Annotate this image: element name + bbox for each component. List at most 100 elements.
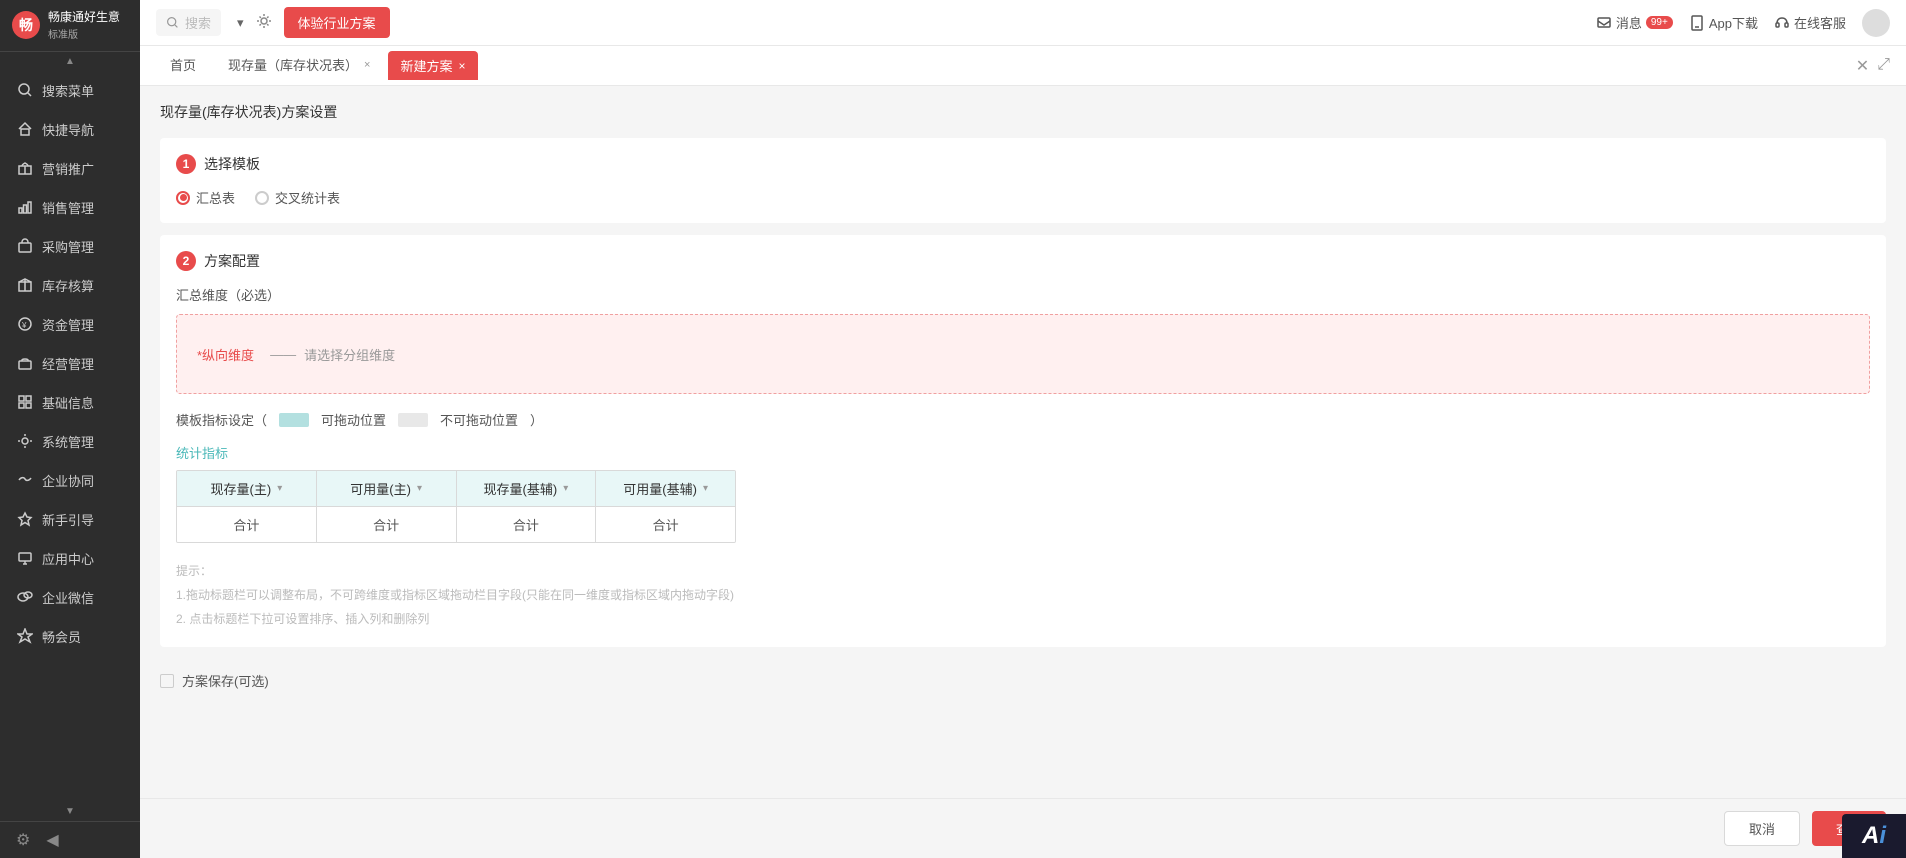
member-icon [16, 627, 34, 645]
search-text: 搜索 [185, 13, 211, 32]
sidebar-item-sales[interactable]: 销售管理 [0, 188, 140, 227]
sidebar-bottom: ⚙ ◀ [0, 821, 140, 858]
sidebar-item-label: 快捷导航 [42, 120, 94, 139]
sidebar-scroll-up[interactable]: ▲ [0, 52, 140, 71]
immovable-indicator-box [398, 413, 428, 427]
topbar-gear[interactable] [256, 13, 272, 32]
template-indicator-text: 模板指标设定（ [176, 410, 267, 429]
money-icon: ¥ [16, 315, 34, 333]
logo-icon: 畅 [12, 11, 40, 39]
sidebar-item-basic[interactable]: 基础信息 [0, 383, 140, 422]
tab-inventory-close[interactable]: × [364, 59, 370, 71]
stat-col-header-3[interactable]: 可用量(基辅) ▾ [596, 471, 735, 506]
tab-new-label: 新建方案 [400, 56, 452, 75]
sidebar-item-inventory[interactable]: 库存核算 [0, 266, 140, 305]
online-service-item[interactable]: 在线客服 [1774, 13, 1846, 32]
home-icon [16, 120, 34, 138]
app-download-item[interactable]: App下载 [1689, 13, 1758, 32]
sidebar-item-label: 经营管理 [42, 354, 94, 373]
chevron-down-icon: ▾ [237, 15, 244, 31]
topbar-search[interactable]: 搜索 [156, 9, 221, 36]
sidebar-scroll-down[interactable]: ▼ [0, 802, 140, 821]
template-indicator-row: 模板指标设定（ 可拖动位置 不可拖动位置 ） [176, 410, 1870, 429]
save-checkbox[interactable] [160, 674, 174, 688]
sidebar-item-nav[interactable]: 快捷导航 [0, 110, 140, 149]
sidebar-item-label: 应用中心 [42, 549, 94, 568]
sidebar-item-system[interactable]: 系统管理 [0, 422, 140, 461]
gift-icon [16, 159, 34, 177]
svg-text:¥: ¥ [21, 321, 27, 330]
stat-table-header: 现存量(主) ▾ 可用量(主) ▾ 现存量(基辅) ▾ 可用量(基辅) ▾ [177, 471, 735, 506]
tab-expand-icon[interactable]: ⤢ [1877, 56, 1890, 76]
bag-icon [16, 237, 34, 255]
sidebar-item-marketing[interactable]: 营销推广 [0, 149, 140, 188]
sidebar-item-label: 畅会员 [42, 627, 81, 646]
stat-col-header-2[interactable]: 现存量(基辅) ▾ [457, 471, 597, 506]
app-download-icon [1689, 15, 1705, 31]
tips-title: 提示： [176, 564, 212, 578]
briefcase-icon [16, 354, 34, 372]
settings-icon [16, 432, 34, 450]
movable-indicator-box [279, 413, 309, 427]
app-download-label: App下载 [1709, 13, 1758, 32]
message-icon [1596, 15, 1612, 31]
summary-dimension-label: 汇总维度（必选） [176, 285, 1870, 304]
section-config: 2 方案配置 汇总维度（必选） *纵向维度 —— 请选择分组维度 模板指标设定（… [160, 235, 1886, 647]
app-name: 畅康通好生意 [48, 10, 120, 26]
sidebar-item-guide[interactable]: 新手引导 [0, 500, 140, 539]
statistics-table: 现存量(主) ▾ 可用量(主) ▾ 现存量(基辅) ▾ 可用量(基辅) ▾ [176, 470, 736, 543]
settings-bottom-icon[interactable]: ⚙ [16, 830, 30, 850]
sidebar-item-label: 销售管理 [42, 198, 94, 217]
topbar-dropdown[interactable]: ▾ [233, 15, 244, 31]
sidebar-item-label: 营销推广 [42, 159, 94, 178]
tab-collapse-icon[interactable]: ✕ [1856, 56, 1869, 76]
tab-new-scheme[interactable]: 新建方案 × [388, 51, 477, 80]
ai-text: Ai [1862, 822, 1886, 849]
sidebar-item-search[interactable]: 搜索菜单 [0, 71, 140, 110]
volume-icon[interactable]: ◀ [46, 830, 58, 850]
sidebar-item-app[interactable]: 应用中心 [0, 539, 140, 578]
dimension-placeholder: 请选择分组维度 [304, 345, 395, 364]
stat-col-header-1[interactable]: 可用量(主) ▾ [317, 471, 457, 506]
stat-cell-0-0: 合计 [177, 507, 317, 542]
vertical-dimension-label: *纵向维度 [197, 345, 254, 364]
section2-num: 2 [176, 251, 196, 271]
sidebar-item-management[interactable]: 经营管理 [0, 344, 140, 383]
section2-header: 2 方案配置 [176, 251, 1870, 271]
message-label: 消息 [1616, 13, 1642, 32]
sidebar-item-label: 企业微信 [42, 588, 94, 607]
immovable-label: 不可拖动位置 [440, 410, 518, 429]
stat-cell-0-1: 合计 [317, 507, 457, 542]
sidebar: 畅 畅康通好生意 标准版 ▲ 搜索菜单 快捷导航 营销推广 [0, 0, 140, 858]
stat-cell-0-3: 合计 [596, 507, 735, 542]
chevron-down-icon-1: ▾ [417, 483, 422, 494]
sidebar-nav: 搜索菜单 快捷导航 营销推广 销售管理 采购管理 [0, 71, 140, 802]
sidebar-item-purchase[interactable]: 采购管理 [0, 227, 140, 266]
stat-col-header-3-label: 可用量(基辅) [623, 479, 697, 498]
save-label: 方案保存(可选) [182, 671, 269, 690]
message-item[interactable]: 消息 99+ [1596, 13, 1673, 32]
footer: 取消 查询 [140, 798, 1906, 858]
avatar[interactable] [1862, 9, 1890, 37]
sidebar-item-member[interactable]: 畅会员 [0, 617, 140, 656]
stat-col-header-2-label: 现存量(基辅) [484, 479, 558, 498]
online-service-label: 在线客服 [1794, 13, 1846, 32]
radio-cross[interactable]: 交叉统计表 [255, 188, 340, 207]
trial-btn[interactable]: 体验行业方案 [284, 7, 390, 38]
save-row: 方案保存(可选) [160, 659, 1886, 690]
cancel-button[interactable]: 取消 [1724, 811, 1800, 846]
tab-home[interactable]: 首页 [156, 47, 210, 84]
tab-inventory[interactable]: 现存量（库存状况表） × [214, 47, 384, 84]
sidebar-item-finance[interactable]: ¥ 资金管理 [0, 305, 140, 344]
chart-icon [16, 198, 34, 216]
topbar-right: 消息 99+ App下载 在线客服 [1596, 9, 1890, 37]
dimension-area[interactable]: *纵向维度 —— 请选择分组维度 [176, 314, 1870, 394]
tab-new-close[interactable]: × [458, 59, 465, 73]
radio-summary[interactable]: 汇总表 [176, 188, 235, 207]
tips-area: 提示： 1.拖动标题栏可以调整布局，不可跨维度或指标区域拖动栏目字段(只能在同一… [176, 559, 1870, 631]
sidebar-item-wechat[interactable]: 企业微信 [0, 578, 140, 617]
sidebar-item-label: 库存核算 [42, 276, 94, 295]
stat-col-header-0[interactable]: 现存量(主) ▾ [177, 471, 317, 506]
chevron-down-icon-2: ▾ [563, 483, 568, 494]
sidebar-item-collab[interactable]: 企业协同 [0, 461, 140, 500]
